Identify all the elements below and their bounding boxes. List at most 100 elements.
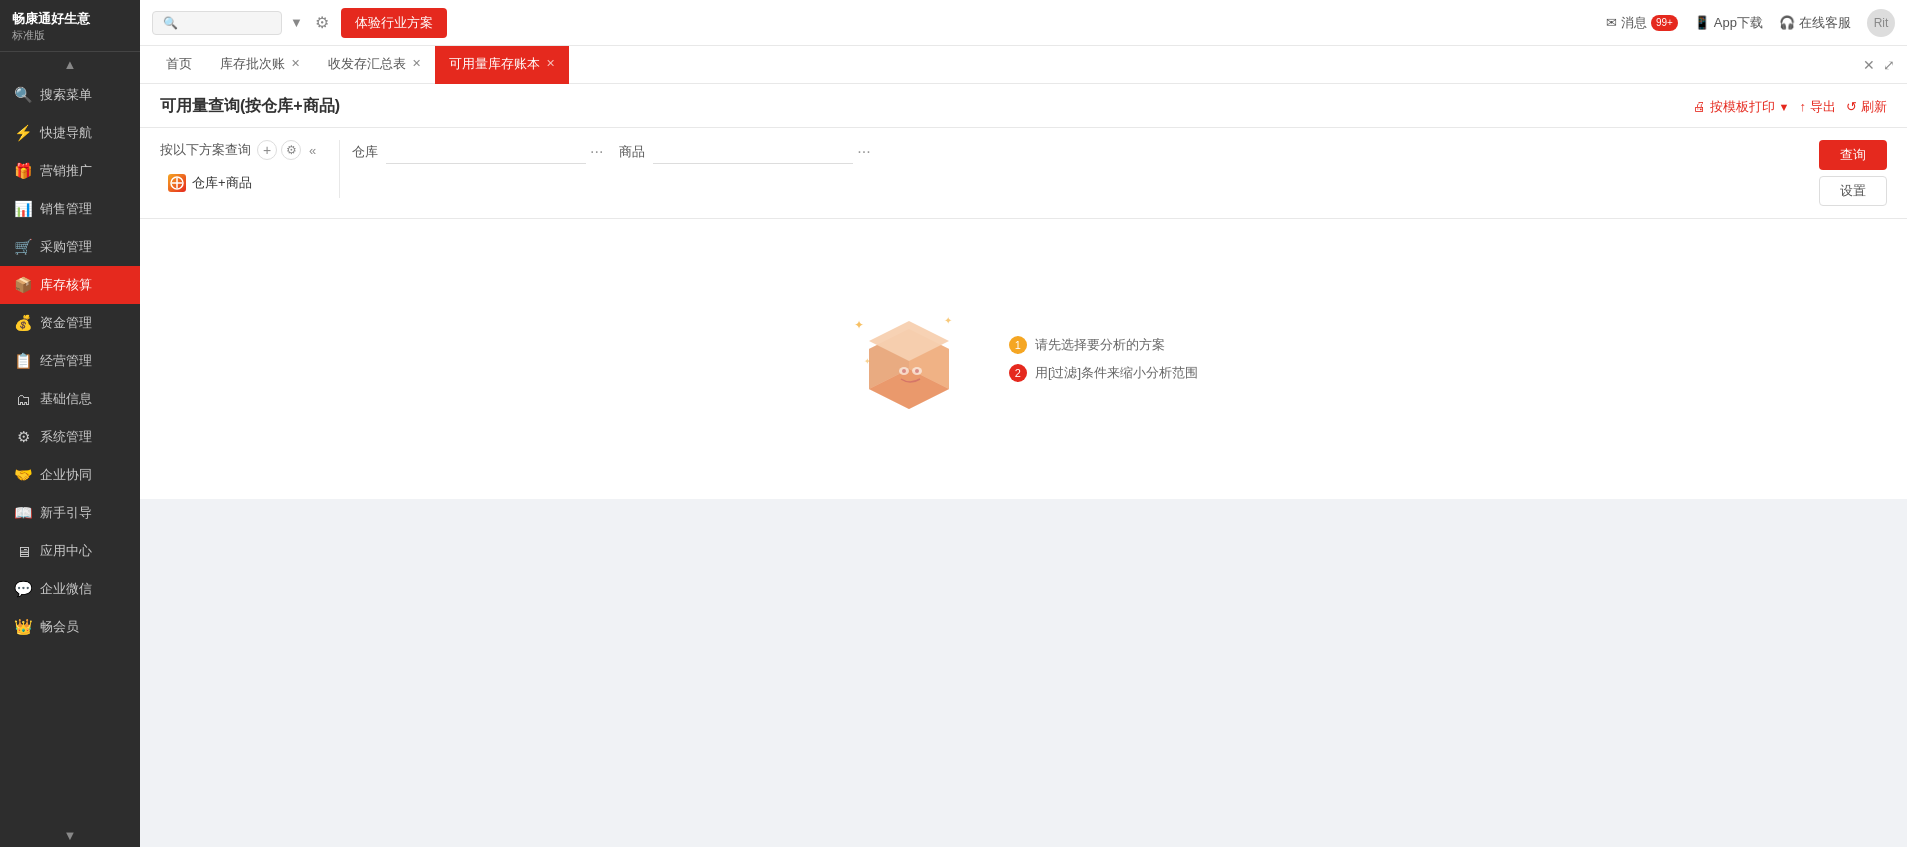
marketing-icon: 🎁: [14, 162, 32, 180]
message-icon: ✉: [1606, 15, 1617, 30]
tip-text-1: 请先选择要分析的方案: [1035, 336, 1165, 354]
tab-summary-close-icon[interactable]: ✕: [412, 57, 421, 70]
search-icon: 🔍: [14, 86, 32, 104]
phone-icon: 📱: [1694, 15, 1710, 30]
sidebar-item-basic-info[interactable]: 🗂 基础信息: [0, 380, 140, 418]
refresh-icon: ↺: [1846, 99, 1857, 114]
export-btn[interactable]: ↑ 导出: [1800, 98, 1837, 116]
tab-close-all-icon[interactable]: ✕: [1863, 57, 1875, 73]
export-label: 导出: [1810, 98, 1836, 116]
tab-batch-close-icon[interactable]: ✕: [291, 57, 300, 70]
sidebar-item-member[interactable]: 👑 畅会员: [0, 608, 140, 646]
refresh-label: 刷新: [1861, 98, 1887, 116]
topbar-dropdown-icon[interactable]: ▼: [290, 15, 303, 30]
tab-available-close-icon[interactable]: ✕: [546, 57, 555, 70]
message-label: 消息: [1621, 14, 1647, 32]
sidebar-item-search[interactable]: 🔍 搜索菜单: [0, 76, 140, 114]
sidebar-item-label: 采购管理: [40, 238, 92, 256]
tip-text-2: 用[过滤]条件来缩小分析范围: [1035, 364, 1198, 382]
goods-input[interactable]: [653, 140, 853, 164]
sidebar: 畅康通好生意 标准版 ▲ 🔍 搜索菜单 ⚡ 快捷导航 🎁 营销推广 📊 销售管理…: [0, 0, 140, 847]
svg-point-14: [915, 369, 919, 373]
scheme-collapse-btn[interactable]: «: [305, 141, 320, 160]
sidebar-item-enterprise[interactable]: 🤝 企业协同: [0, 456, 140, 494]
sidebar-scroll-up[interactable]: ▲: [0, 52, 140, 76]
app-download-item[interactable]: 📱 App下载: [1694, 14, 1763, 32]
warehouse-input[interactable]: [386, 140, 586, 164]
tab-summary-label: 收发存汇总表: [328, 55, 406, 73]
sidebar-scroll-down[interactable]: ▼: [0, 823, 140, 847]
query-button[interactable]: 查询: [1819, 140, 1887, 170]
sidebar-nav: 🔍 搜索菜单 ⚡ 快捷导航 🎁 营销推广 📊 销售管理 🛒 采购管理 📦 库存核…: [0, 76, 140, 823]
tip-item-1: 1 请先选择要分析的方案: [1009, 336, 1198, 354]
scheme-panel: 按以下方案查询 + ⚙ « 仓库+商品: [160, 140, 340, 198]
scheme-item-warehouse-goods[interactable]: 仓库+商品: [160, 168, 327, 198]
user-avatar: Rit: [1867, 9, 1895, 37]
print-icon: 🖨: [1693, 99, 1706, 114]
page-actions: 🖨 按模板打印 ▼ ↑ 导出 ↺ 刷新: [1693, 98, 1887, 116]
sidebar-item-label: 经营管理: [40, 352, 92, 370]
tab-home[interactable]: 首页: [152, 46, 206, 84]
sidebar-item-marketing[interactable]: 🎁 营销推广: [0, 152, 140, 190]
print-dropdown-icon[interactable]: ▼: [1779, 101, 1790, 113]
sidebar-item-inventory[interactable]: 📦 库存核算: [0, 266, 140, 304]
online-service-item[interactable]: 🎧 在线客服: [1779, 14, 1851, 32]
empty-state: ✦ ✦ ✦ 1 请先选择要分析的方案: [140, 219, 1907, 499]
message-item[interactable]: ✉ 消息 99+: [1606, 14, 1678, 32]
tip-item-2: 2 用[过滤]条件来缩小分析范围: [1009, 364, 1198, 382]
tab-batch[interactable]: 库存批次账 ✕: [206, 46, 314, 84]
tab-batch-label: 库存批次账: [220, 55, 285, 73]
filter-actions: 查询 设置: [1819, 140, 1887, 206]
scheme-header-label: 按以下方案查询: [160, 141, 251, 159]
goods-field: 商品 ···: [619, 140, 870, 164]
sidebar-item-label: 快捷导航: [40, 124, 92, 142]
main-area: 🔍 ▼ ⚙ 体验行业方案 ✉ 消息 99+ 📱 App下载 🎧 在线客服 Rit: [140, 0, 1907, 847]
tabbar: 首页 库存批次账 ✕ 收发存汇总表 ✕ 可用量库存账本 ✕ ✕ ⤢: [140, 46, 1907, 84]
sidebar-item-sales[interactable]: 📊 销售管理: [0, 190, 140, 228]
sidebar-item-shortcut[interactable]: ⚡ 快捷导航: [0, 114, 140, 152]
tab-summary[interactable]: 收发存汇总表 ✕: [314, 46, 435, 84]
sidebar-item-label: 基础信息: [40, 390, 92, 408]
basic-info-icon: 🗂: [14, 390, 32, 408]
finance-icon: 💰: [14, 314, 32, 332]
sidebar-item-app-center[interactable]: 🖥 应用中心: [0, 532, 140, 570]
sidebar-item-finance[interactable]: 💰 资金管理: [0, 304, 140, 342]
enterprise-icon: 🤝: [14, 466, 32, 484]
empty-state-inner: ✦ ✦ ✦ 1 请先选择要分析的方案: [849, 299, 1198, 419]
refresh-btn[interactable]: ↺ 刷新: [1846, 98, 1887, 116]
industry-btn[interactable]: 体验行业方案: [341, 8, 447, 38]
guide-icon: 📖: [14, 504, 32, 522]
content-area: 可用量查询(按仓库+商品) 🖨 按模板打印 ▼ ↑ 导出 ↺ 刷新: [140, 84, 1907, 847]
settings-button[interactable]: 设置: [1819, 176, 1887, 206]
sidebar-item-wechat[interactable]: 💬 企业微信: [0, 570, 140, 608]
add-scheme-btn[interactable]: +: [257, 140, 277, 160]
warehouse-field: 仓库 ···: [352, 140, 603, 164]
goods-label: 商品: [619, 143, 645, 161]
sidebar-item-label: 资金管理: [40, 314, 92, 332]
filter-fields: 仓库 ··· 商品 ···: [352, 140, 1803, 164]
app-download-label: App下载: [1714, 14, 1763, 32]
svg-text:✦: ✦: [944, 315, 952, 326]
topbar-gear-icon[interactable]: ⚙: [311, 9, 333, 36]
user-item[interactable]: Rit: [1867, 9, 1895, 37]
tab-home-label: 首页: [166, 55, 192, 73]
sidebar-item-system[interactable]: ⚙ 系统管理: [0, 418, 140, 456]
tab-available[interactable]: 可用量库存账本 ✕: [435, 46, 569, 84]
sales-icon: 📊: [14, 200, 32, 218]
sidebar-item-guide[interactable]: 📖 新手引导: [0, 494, 140, 532]
sidebar-item-operations[interactable]: 📋 经营管理: [0, 342, 140, 380]
sidebar-item-purchase[interactable]: 🛒 采购管理: [0, 228, 140, 266]
tab-expand-icon[interactable]: ⤢: [1883, 57, 1895, 73]
sidebar-item-label: 系统管理: [40, 428, 92, 446]
sidebar-item-label: 畅会员: [40, 618, 79, 636]
filter-area: 按以下方案查询 + ⚙ « 仓库+商品: [140, 128, 1907, 219]
goods-more-icon[interactable]: ···: [857, 143, 870, 161]
warehouse-more-icon[interactable]: ···: [590, 143, 603, 161]
inventory-icon: 📦: [14, 276, 32, 294]
print-btn[interactable]: 🖨 按模板打印 ▼: [1693, 98, 1790, 116]
system-icon: ⚙: [14, 428, 32, 446]
sidebar-item-label: 库存核算: [40, 276, 92, 294]
empty-tips: 1 请先选择要分析的方案 2 用[过滤]条件来缩小分析范围: [1009, 336, 1198, 382]
wechat-icon: 💬: [14, 580, 32, 598]
scheme-settings-btn[interactable]: ⚙: [281, 140, 301, 160]
